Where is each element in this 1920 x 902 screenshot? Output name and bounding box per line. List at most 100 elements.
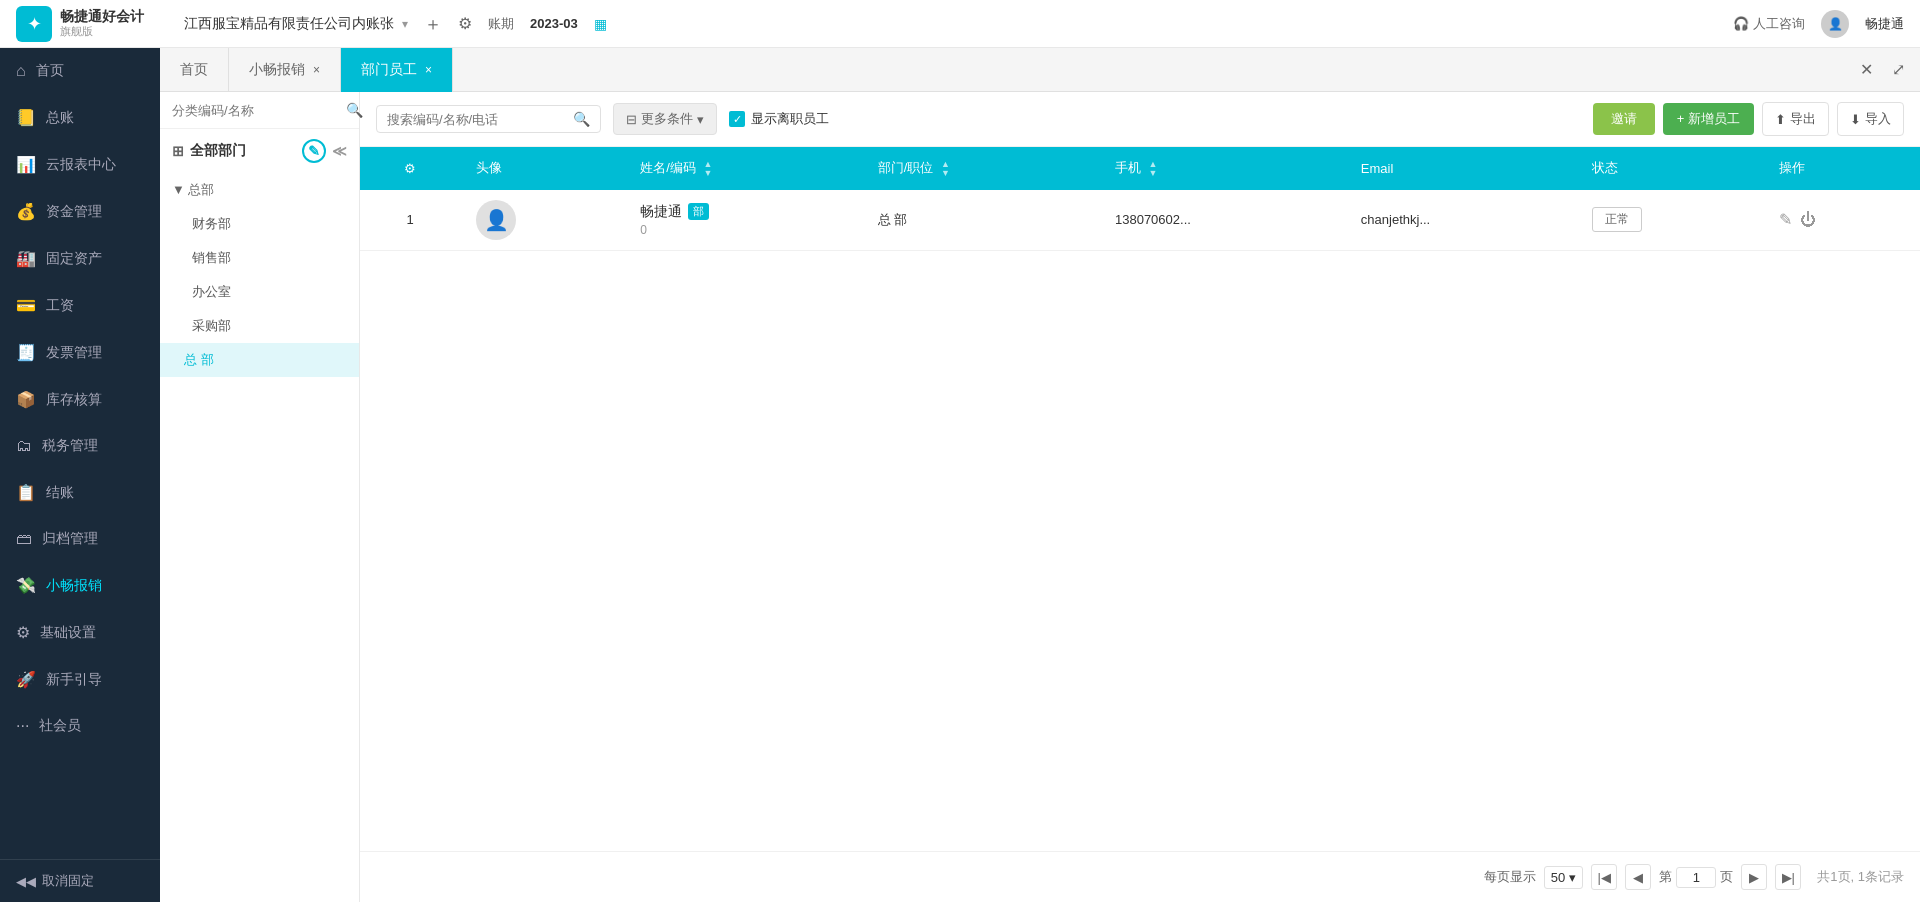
import-label: 导入 (1865, 110, 1891, 128)
top-bar: ✦ 畅捷通好会计 旗舰版 江西服宝精品有限责任公司内账张 ▾ ＋ ⚙ 账期 20… (0, 0, 1920, 48)
calendar-icon[interactable]: ▦ (594, 16, 607, 32)
sidebar-item-archive[interactable]: 🗃 归档管理 (0, 516, 160, 562)
add-emp-button[interactable]: + 新增员工 (1663, 103, 1754, 135)
emp-search-input[interactable] (387, 112, 567, 127)
basic-settings-icon: ⚙ (16, 623, 30, 642)
tab-dept-emp[interactable]: 部门员工 × (341, 48, 453, 92)
sidebar-item-invoice[interactable]: 🧾 发票管理 (0, 329, 160, 376)
page-label: 第 (1659, 868, 1672, 886)
sidebar-label-assets: 固定资产 (46, 250, 102, 268)
sidebar-item-expense[interactable]: 💸 小畅报销 (0, 562, 160, 609)
company-dropdown-icon[interactable]: ▾ (402, 17, 408, 31)
reports-icon: 📊 (16, 155, 36, 174)
settings-icon[interactable]: ⚙ (458, 14, 472, 33)
dept-manage-button[interactable]: ✎ (302, 139, 326, 163)
content-area: 首页 小畅报销 × 部门员工 × ✕ ⤢ 🔍 (160, 48, 1920, 902)
filter-icon: ⊟ (626, 112, 637, 127)
page-first-button[interactable]: |◀ (1591, 864, 1617, 890)
tab-expand-icon[interactable]: ⤢ (1884, 56, 1912, 84)
page-input[interactable] (1676, 867, 1716, 888)
sidebar-item-more[interactable]: ··· 社会员 (0, 703, 160, 749)
logo-sub: 旗舰版 (60, 24, 144, 39)
pin-icon: ◀◀ (16, 874, 36, 889)
per-page-select[interactable]: 50 ▾ (1544, 866, 1583, 889)
total-info: 共1页, 1条记录 (1817, 868, 1904, 886)
sidebar-item-assets[interactable]: 🏭 固定资产 (0, 235, 160, 282)
row-name-cell: 畅捷通 部 0 (624, 190, 861, 251)
sidebar-item-payroll[interactable]: 💳 工资 (0, 282, 160, 329)
dept-search-input[interactable] (172, 103, 340, 118)
sidebar-label-payroll: 工资 (46, 297, 74, 315)
per-page-value: 50 (1551, 870, 1565, 885)
tab-dept-emp-close[interactable]: × (425, 63, 432, 77)
col-phone[interactable]: 手机 ▲▼ (1099, 147, 1345, 190)
expense-icon: 💸 (16, 576, 36, 595)
export-button[interactable]: ⬆ 导出 (1762, 102, 1829, 136)
inventory-icon: 📦 (16, 390, 36, 409)
inner-content: 🔍 ⊞ 全部部门 ✎ ≪ ▼ 总部 财务部 销售部 办公室 采购部 总 部 (160, 92, 1920, 902)
main-layout: ⌂ 首页 📒 总账 📊 云报表中心 💰 资金管理 🏭 固定资产 💳 工资 🧾 发… (0, 48, 1920, 902)
user-name: 畅捷通 (1865, 15, 1904, 33)
tax-icon: 🗂 (16, 437, 32, 455)
sidebar-item-tax[interactable]: 🗂 税务管理 (0, 423, 160, 469)
dept-node-bangong[interactable]: 办公室 (160, 275, 359, 309)
row-dept: 总 部 (862, 190, 1099, 251)
emp-search-icon[interactable]: 🔍 (573, 111, 590, 127)
sidebar-item-close[interactable]: 📋 结账 (0, 469, 160, 516)
per-page-chevron: ▾ (1569, 870, 1576, 885)
row-index: 1 (360, 190, 460, 251)
dept-all-header[interactable]: ⊞ 全部部门 ✎ ≪ (160, 129, 359, 173)
period-value: 2023-03 (530, 16, 578, 31)
more-icon: ··· (16, 717, 29, 735)
period-label: 账期 (488, 15, 514, 33)
dept-node-caiwu[interactable]: 财务部 (160, 207, 359, 241)
service-button[interactable]: 🎧 人工咨询 (1733, 15, 1805, 33)
row-status-badge: 正常 (1592, 207, 1642, 232)
show-resign-checkbox[interactable]: ✓ (729, 111, 745, 127)
sidebar-item-funds[interactable]: 💰 资金管理 (0, 188, 160, 235)
sidebar-item-reports[interactable]: 📊 云报表中心 (0, 141, 160, 188)
search-box: 🔍 (376, 105, 601, 133)
tab-home[interactable]: 首页 (160, 48, 229, 92)
more-filter-label: 更多条件 (641, 110, 693, 128)
sidebar: ⌂ 首页 📒 总账 📊 云报表中心 💰 资金管理 🏭 固定资产 💳 工资 🧾 发… (0, 48, 160, 902)
tab-close-all-icon[interactable]: ✕ (1852, 56, 1880, 84)
edit-button[interactable]: ✎ (1779, 210, 1792, 229)
page-prev-button[interactable]: ◀ (1625, 864, 1651, 890)
col-actions: 操作 (1763, 147, 1920, 190)
sidebar-item-guide[interactable]: 🚀 新手引导 (0, 656, 160, 703)
tab-expense-close[interactable]: × (313, 63, 320, 77)
dept-node-xiaoshou[interactable]: 销售部 (160, 241, 359, 275)
pagination-bar: 每页显示 50 ▾ |◀ ◀ 第 页 ▶ ▶| 共1页, 1条记录 (360, 851, 1920, 902)
col-name-code[interactable]: 姓名/编码 ▲▼ (624, 147, 861, 190)
dept-group-label: ▼ 总部 (160, 173, 359, 207)
guide-icon: 🚀 (16, 670, 36, 689)
dept-search-area: 🔍 (160, 92, 359, 129)
page-last-button[interactable]: ▶| (1775, 864, 1801, 890)
sidebar-item-inventory[interactable]: 📦 库存核算 (0, 376, 160, 423)
invite-button[interactable]: 邀请 (1593, 103, 1655, 135)
sidebar-unpin-button[interactable]: ◀◀ 取消固定 (0, 859, 160, 902)
ledger-icon: 📒 (16, 108, 36, 127)
more-filter-button[interactable]: ⊟ 更多条件 ▾ (613, 103, 717, 135)
sidebar-item-home[interactable]: ⌂ 首页 (0, 48, 160, 94)
dept-node-caigou[interactable]: 采购部 (160, 309, 359, 343)
sidebar-item-ledger[interactable]: 📒 总账 (0, 94, 160, 141)
logout-button[interactable]: ⏻ (1800, 211, 1816, 229)
col-dept-pos[interactable]: 部门/职位 ▲▼ (862, 147, 1099, 190)
show-resign-checkbox-label[interactable]: ✓ 显示离职员工 (729, 110, 829, 128)
tab-expense[interactable]: 小畅报销 × (229, 48, 341, 92)
col-avatar: 头像 (460, 147, 624, 190)
logo-text: 畅捷通好会计 (60, 8, 144, 25)
logo-icon: ✦ (16, 6, 52, 42)
sidebar-label-archive: 归档管理 (42, 530, 98, 548)
assets-icon: 🏭 (16, 249, 36, 268)
import-button[interactable]: ⬇ 导入 (1837, 102, 1904, 136)
page-next-button[interactable]: ▶ (1741, 864, 1767, 890)
sidebar-item-settings[interactable]: ⚙ 基础设置 (0, 609, 160, 656)
dept-collapse-icon[interactable]: ≪ (332, 143, 347, 159)
col-email: Email (1345, 147, 1576, 190)
dept-node-zongbu[interactable]: 总 部 (160, 343, 359, 377)
add-tab-icon[interactable]: ＋ (424, 12, 442, 36)
col-settings[interactable]: ⚙ (360, 147, 460, 190)
